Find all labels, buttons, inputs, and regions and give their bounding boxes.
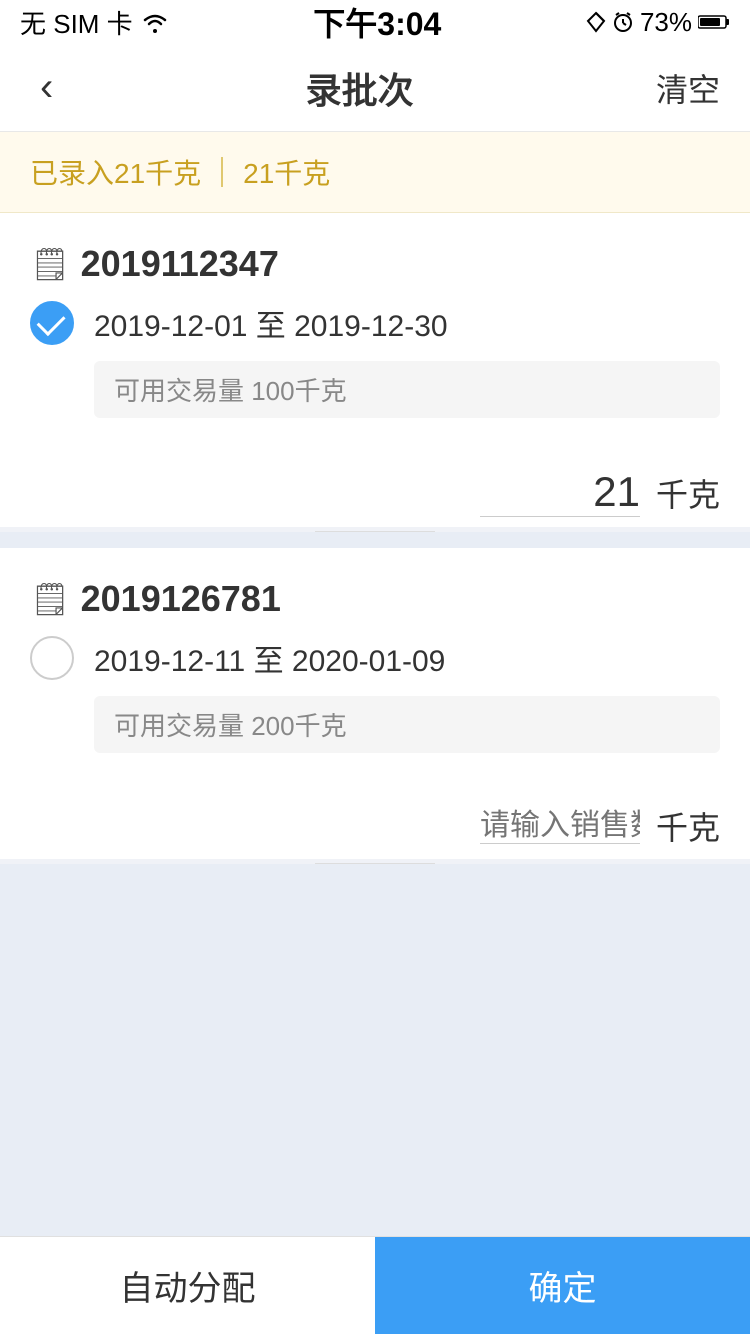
- quantity-input-2[interactable]: [480, 809, 640, 844]
- card-row-1: 2019-12-01 至 2019-12-30: [30, 301, 720, 345]
- clear-button[interactable]: 清空: [656, 65, 720, 111]
- amount-value: 21千克: [243, 152, 330, 192]
- status-time: 下午3:04: [313, 0, 441, 45]
- quantity-value-1: 21: [593, 468, 640, 515]
- no-sim-text: 无 SIM 卡: [20, 4, 133, 41]
- status-bar: 无 SIM 卡 下午3:04 73%: [0, 0, 750, 44]
- available-qty-2: 可用交易量 200千克: [94, 696, 720, 753]
- quantity-unit-1: 千克: [656, 470, 720, 516]
- card-header-1: 🗒 2019112347: [30, 243, 720, 285]
- batch-id-1: 2019112347: [81, 243, 279, 285]
- radio-unchecked-2[interactable]: [30, 636, 74, 680]
- alarm-icon: [612, 11, 634, 33]
- date-range-2: 2019-12-11 至 2020-01-09: [94, 636, 445, 680]
- page-content: 已录入21千克 21千克 🗒 2019112347 2019-12-01 至 2…: [0, 132, 750, 1244]
- separator-1: [0, 532, 750, 548]
- quantity-display-1: 21: [480, 468, 640, 517]
- available-qty-1: 可用交易量 100千克: [94, 361, 720, 418]
- status-left: 无 SIM 卡: [20, 4, 169, 41]
- card-header-2: 🗒 2019126781: [30, 578, 720, 620]
- batch-icon-2: 🗒: [30, 580, 71, 618]
- input-row-2: 千克: [0, 783, 750, 859]
- location-icon: [586, 11, 606, 33]
- wifi-icon: [141, 11, 169, 33]
- date-range-1: 2019-12-01 至 2019-12-30: [94, 301, 448, 345]
- separator-2: [0, 864, 750, 1244]
- info-banner: 已录入21千克 21千克: [0, 132, 750, 213]
- quantity-row-1: 21 千克: [0, 448, 750, 527]
- input-unit-2: 千克: [656, 803, 720, 849]
- battery-icon: [698, 14, 730, 30]
- page-title: 录批次: [306, 62, 414, 114]
- batch-card-1: 🗒 2019112347 2019-12-01 至 2019-12-30 可用交…: [0, 213, 750, 448]
- status-right: 73%: [586, 7, 730, 38]
- auto-distribute-button[interactable]: 自动分配: [0, 1237, 375, 1334]
- nav-bar: ‹ 录批次 清空: [0, 44, 750, 132]
- batch-id-2: 2019126781: [81, 578, 281, 620]
- radio-checked-1[interactable]: [30, 301, 74, 345]
- battery-percent: 73%: [640, 7, 692, 38]
- recorded-amount: 已录入21千克: [30, 152, 201, 192]
- back-button[interactable]: ‹: [30, 55, 63, 120]
- batch-card-2: 🗒 2019126781 2019-12-11 至 2020-01-09 可用交…: [0, 548, 750, 783]
- info-divider: [221, 157, 223, 187]
- bottom-bar: 自动分配 确定: [0, 1236, 750, 1334]
- card-row-2: 2019-12-11 至 2020-01-09: [30, 636, 720, 680]
- batch-icon-1: 🗒: [30, 245, 71, 283]
- confirm-button[interactable]: 确定: [375, 1237, 750, 1334]
